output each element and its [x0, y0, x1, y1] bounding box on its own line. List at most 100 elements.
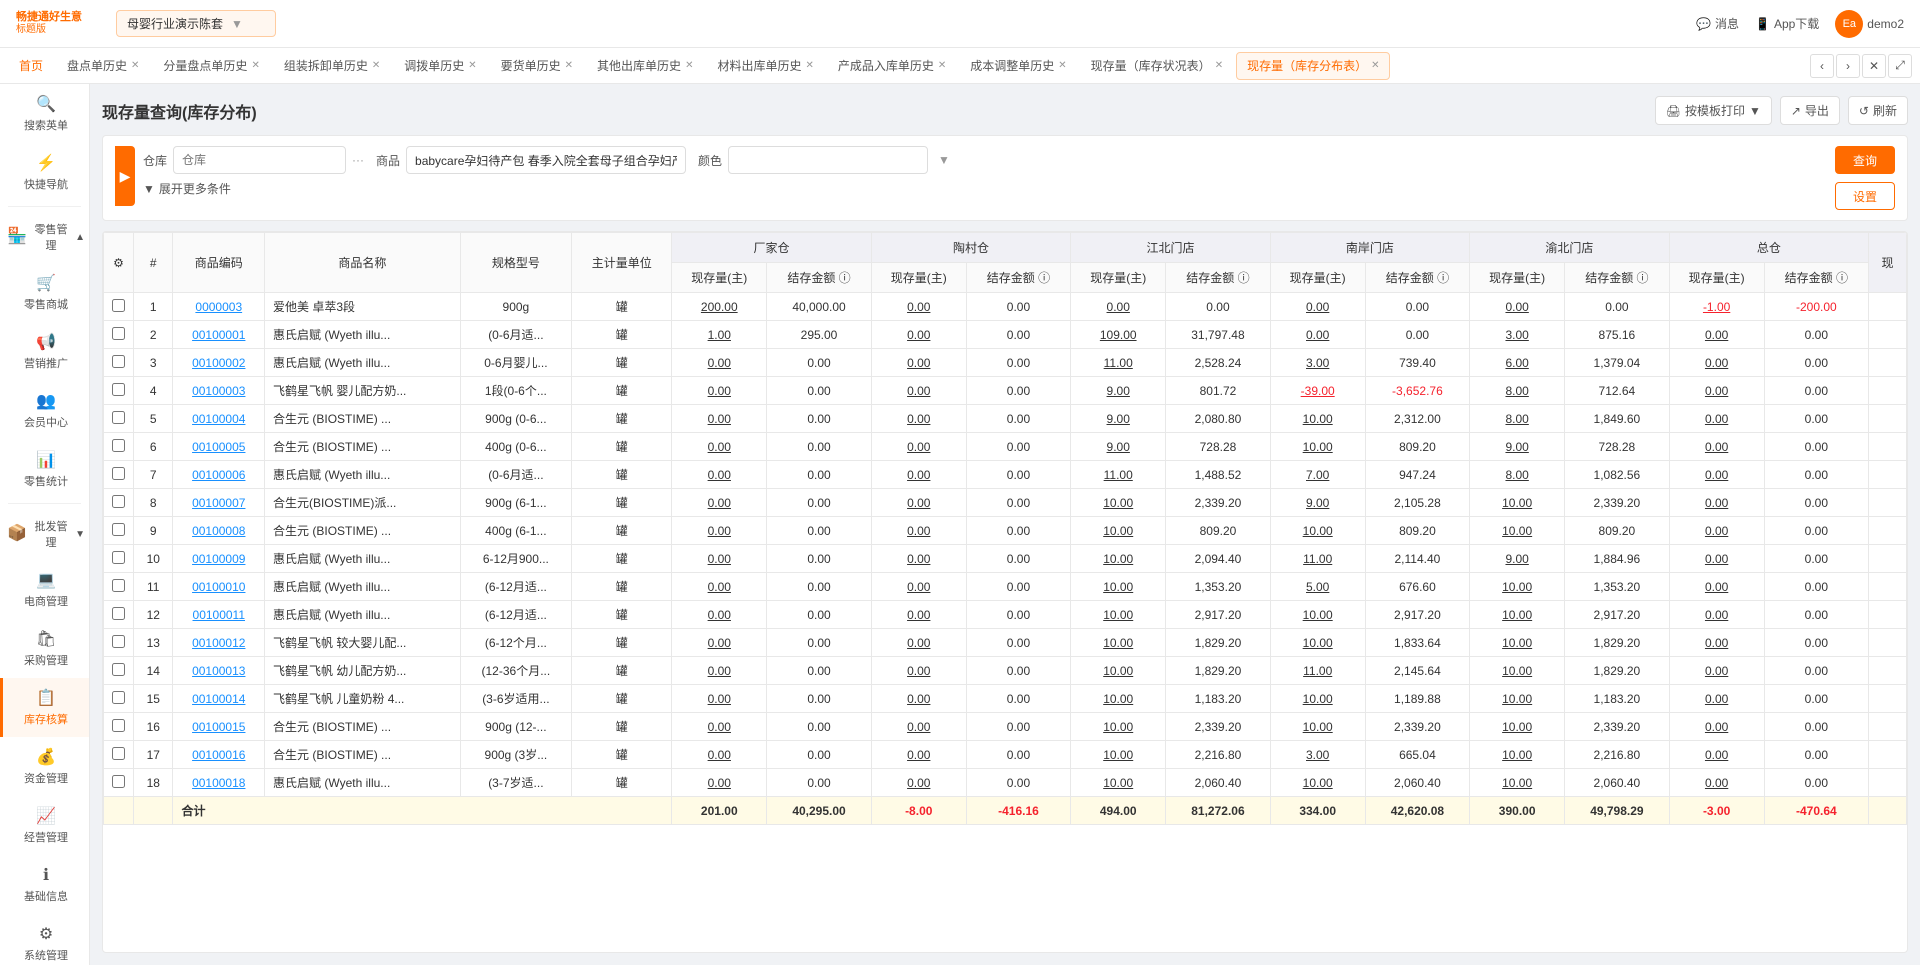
row-check[interactable]: [104, 769, 134, 797]
row-check[interactable]: [104, 657, 134, 685]
warehouse-input[interactable]: [173, 146, 346, 174]
row-cj-qty[interactable]: 0.00: [672, 629, 767, 657]
row-na-qty[interactable]: 0.00: [1270, 321, 1365, 349]
row-yb-qty[interactable]: 9.00: [1470, 545, 1565, 573]
row-total-qty[interactable]: 0.00: [1669, 461, 1764, 489]
row-na-qty[interactable]: 10.00: [1270, 685, 1365, 713]
row-check[interactable]: [104, 601, 134, 629]
sidebar-item-marketing[interactable]: 📢 营销推广: [0, 322, 89, 381]
row-jb-qty[interactable]: 10.00: [1071, 629, 1166, 657]
row-jb-qty[interactable]: 10.00: [1071, 517, 1166, 545]
row-tc-qty[interactable]: 0.00: [871, 657, 966, 685]
row-code[interactable]: 00100018: [173, 769, 265, 797]
row-na-qty[interactable]: 10.00: [1270, 769, 1365, 797]
row-code[interactable]: 00100002: [173, 349, 265, 377]
row-jb-qty[interactable]: 9.00: [1071, 405, 1166, 433]
row-yb-qty[interactable]: 10.00: [1470, 741, 1565, 769]
row-total-qty[interactable]: 0.00: [1669, 601, 1764, 629]
page-expand-arrow[interactable]: ▶: [115, 146, 135, 206]
row-tc-qty[interactable]: 0.00: [871, 461, 966, 489]
row-total-qty[interactable]: 0.00: [1669, 629, 1764, 657]
row-yb-qty[interactable]: 3.00: [1470, 321, 1565, 349]
tab-chanpinruku[interactable]: 产成品入库单历史 ✕: [827, 52, 957, 80]
row-yb-qty[interactable]: 10.00: [1470, 657, 1565, 685]
tab-next-btn[interactable]: ›: [1836, 54, 1860, 78]
row-cj-qty[interactable]: 0.00: [672, 545, 767, 573]
row-jb-qty[interactable]: 10.00: [1071, 601, 1166, 629]
tab-pandian[interactable]: 盘点单历史 ✕: [56, 52, 150, 80]
row-total-qty[interactable]: 0.00: [1669, 741, 1764, 769]
tab-kucunkuangkuang[interactable]: 现存量（库存状况表） ✕: [1080, 52, 1234, 80]
row-na-qty[interactable]: 11.00: [1270, 545, 1365, 573]
row-checkbox[interactable]: [112, 551, 125, 564]
row-cj-qty[interactable]: 0.00: [672, 713, 767, 741]
tab-fenpandian[interactable]: 分量盘点单历史 ✕: [152, 52, 270, 80]
row-jb-qty[interactable]: 10.00: [1071, 489, 1166, 517]
row-total-qty[interactable]: 0.00: [1669, 433, 1764, 461]
row-tc-qty[interactable]: 0.00: [871, 629, 966, 657]
sidebar-item-member[interactable]: 👥 会员中心: [0, 381, 89, 440]
row-code[interactable]: 00100016: [173, 741, 265, 769]
row-na-qty[interactable]: 3.00: [1270, 349, 1365, 377]
row-check[interactable]: [104, 461, 134, 489]
refresh-btn[interactable]: ↺ 刷新: [1848, 96, 1908, 125]
row-total-qty[interactable]: 0.00: [1669, 489, 1764, 517]
tab-close-all-btn[interactable]: ✕: [1862, 54, 1886, 78]
row-yb-qty[interactable]: 10.00: [1470, 601, 1565, 629]
row-total-qty[interactable]: -1.00: [1669, 293, 1764, 321]
row-cj-qty[interactable]: 0.00: [672, 685, 767, 713]
tab-zuzhezhaicai[interactable]: 组装拆卸单历史 ✕: [273, 52, 391, 80]
row-code[interactable]: 00100007: [173, 489, 265, 517]
row-jb-qty[interactable]: 0.00: [1071, 293, 1166, 321]
row-checkbox[interactable]: [112, 663, 125, 676]
row-total-qty[interactable]: 0.00: [1669, 685, 1764, 713]
row-total-qty[interactable]: 0.00: [1669, 713, 1764, 741]
row-tc-qty[interactable]: 0.00: [871, 377, 966, 405]
row-tc-qty[interactable]: 0.00: [871, 713, 966, 741]
row-tc-qty[interactable]: 0.00: [871, 293, 966, 321]
row-cj-qty[interactable]: 200.00: [672, 293, 767, 321]
row-total-qty[interactable]: 0.00: [1669, 769, 1764, 797]
row-check[interactable]: [104, 405, 134, 433]
export-btn[interactable]: ↗ 导出: [1780, 96, 1840, 125]
warehouse-ellipsis[interactable]: ···: [352, 153, 364, 167]
row-total-qty[interactable]: 0.00: [1669, 657, 1764, 685]
sidebar-item-purchase[interactable]: 🛍 采购管理: [0, 619, 89, 678]
row-check[interactable]: [104, 685, 134, 713]
row-yb-qty[interactable]: 6.00: [1470, 349, 1565, 377]
row-jb-qty[interactable]: 109.00: [1071, 321, 1166, 349]
row-yb-qty[interactable]: 8.00: [1470, 461, 1565, 489]
row-na-qty[interactable]: 0.00: [1270, 293, 1365, 321]
row-na-qty[interactable]: 10.00: [1270, 713, 1365, 741]
row-yb-qty[interactable]: 10.00: [1470, 713, 1565, 741]
row-tc-qty[interactable]: 0.00: [871, 489, 966, 517]
row-tc-qty[interactable]: 0.00: [871, 517, 966, 545]
row-yb-qty[interactable]: 8.00: [1470, 405, 1565, 433]
row-check[interactable]: [104, 573, 134, 601]
tab-close-kucunkuangkuang[interactable]: ✕: [1215, 61, 1223, 71]
row-total-qty[interactable]: 0.00: [1669, 349, 1764, 377]
row-tc-qty[interactable]: 0.00: [871, 601, 966, 629]
row-cj-qty[interactable]: 0.00: [672, 573, 767, 601]
row-code[interactable]: 00100005: [173, 433, 265, 461]
row-code[interactable]: 00100011: [173, 601, 265, 629]
tab-chenbendiaozheng[interactable]: 成本调整单历史 ✕: [959, 52, 1077, 80]
expand-conditions-btn[interactable]: ▼ 展开更多条件: [143, 180, 1827, 197]
row-check[interactable]: [104, 545, 134, 573]
row-na-qty[interactable]: 10.00: [1270, 629, 1365, 657]
row-check[interactable]: [104, 629, 134, 657]
sidebar-item-ecom[interactable]: 💻 电商管理: [0, 560, 89, 619]
tab-prev-btn[interactable]: ‹: [1810, 54, 1834, 78]
row-na-qty[interactable]: 10.00: [1270, 601, 1365, 629]
row-cj-qty[interactable]: 0.00: [672, 405, 767, 433]
row-na-qty[interactable]: 10.00: [1270, 405, 1365, 433]
tab-close-fenpandian[interactable]: ✕: [251, 61, 259, 71]
row-jb-qty[interactable]: 10.00: [1071, 657, 1166, 685]
row-check[interactable]: [104, 349, 134, 377]
row-code[interactable]: 00100008: [173, 517, 265, 545]
tab-yaohuo[interactable]: 要货单历史 ✕: [490, 52, 584, 80]
row-checkbox[interactable]: [112, 635, 125, 648]
row-check[interactable]: [104, 741, 134, 769]
color-input[interactable]: [728, 146, 928, 174]
tab-close-chanpinruku[interactable]: ✕: [938, 61, 946, 71]
